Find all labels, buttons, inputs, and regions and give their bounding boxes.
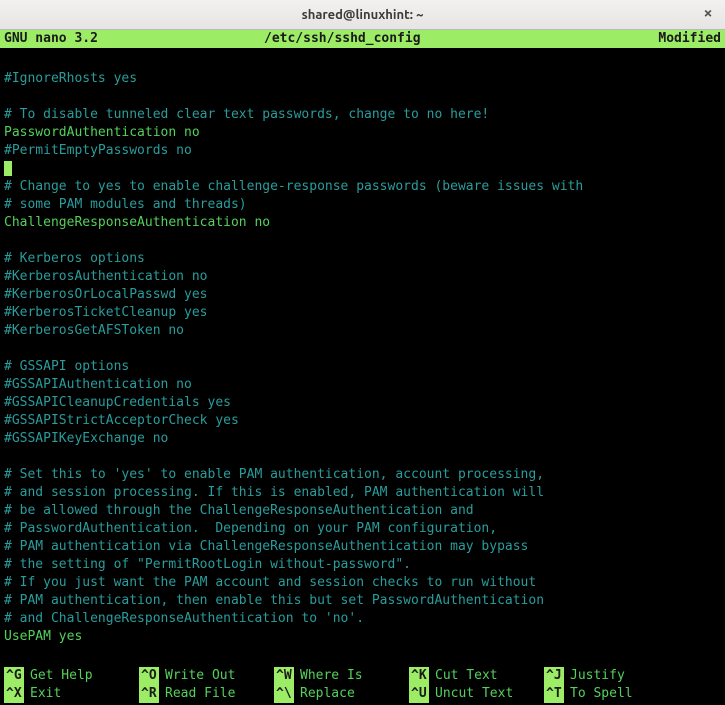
nano-modified-indicator: Modified (621, 30, 721, 48)
window-titlebar: shared@linuxhint: ~ × (0, 0, 725, 30)
editor-line: # GSSAPI options (4, 358, 721, 376)
shortcut-item: ^T To Spell (544, 685, 679, 703)
editor-line: # PAM authentication via ChallengeRespon… (4, 538, 721, 556)
editor-line: # If you just want the PAM account and s… (4, 574, 721, 592)
shortcut-label: Replace (300, 685, 355, 703)
shortcut-item: ^J Justify (544, 667, 679, 685)
editor-line: # Change to yes to enable challenge-resp… (4, 178, 721, 196)
editor-line: # some PAM modules and threads) (4, 196, 721, 214)
shortcut-key: ^R (139, 685, 159, 703)
editor-line: #GSSAPICleanupCredentials yes (4, 394, 721, 412)
shortcut-key: ^W (274, 667, 294, 685)
shortcut-label: Get Help (30, 667, 93, 685)
shortcut-key: ^O (139, 667, 159, 685)
editor-line: #IgnoreRhosts yes (4, 70, 721, 88)
text-cursor (4, 161, 12, 176)
nano-version: GNU nano 3.2 (4, 30, 264, 48)
editor-line (4, 448, 721, 466)
shortcut-item: ^R Read File (139, 685, 274, 703)
shortcut-label: Exit (30, 685, 61, 703)
window-title: shared@linuxhint: ~ (302, 8, 424, 22)
editor-line (4, 232, 721, 250)
editor-line: #GSSAPIAuthentication no (4, 376, 721, 394)
nano-filename: /etc/ssh/sshd_config (264, 30, 621, 48)
shortcut-item: ^O Write Out (139, 667, 274, 685)
editor-line: # PAM authentication, then enable this b… (4, 592, 721, 610)
nano-shortcuts: ^G Get Help ^O Write Out ^W Where Is ^K Cut Tex… (0, 667, 725, 705)
shortcut-row-2: ^X Exit ^R Read File ^\ Replace ^U Uncut Text ^T… (4, 685, 721, 703)
shortcut-item: ^U Uncut Text (409, 685, 544, 703)
editor-line: ChallengeResponseAuthentication no (4, 214, 721, 232)
editor-line: #PermitEmptyPasswords no (4, 142, 721, 160)
editor-line (4, 160, 721, 178)
shortcut-item: ^X Exit (4, 685, 139, 703)
shortcut-row-1: ^G Get Help ^O Write Out ^W Where Is ^K Cut Tex… (4, 667, 721, 685)
editor-area[interactable]: #IgnoreRhosts yes # To disable tunneled … (0, 48, 725, 646)
editor-line: PasswordAuthentication no (4, 124, 721, 142)
shortcut-key: ^X (4, 685, 24, 703)
editor-line: # be allowed through the ChallengeRespon… (4, 502, 721, 520)
editor-line: # the setting of "PermitRootLogin withou… (4, 556, 721, 574)
terminal[interactable]: GNU nano 3.2 /etc/ssh/sshd_config Modifi… (0, 30, 725, 705)
editor-line: #KerberosGetAFSToken no (4, 322, 721, 340)
editor-line: # Kerberos options (4, 250, 721, 268)
editor-line: # PasswordAuthentication. Depending on y… (4, 520, 721, 538)
shortcut-label: Write Out (165, 667, 235, 685)
shortcut-label: To Spell (570, 685, 633, 703)
editor-line (4, 88, 721, 106)
shortcut-label: Cut Text (435, 667, 498, 685)
shortcut-label: Read File (165, 685, 235, 703)
shortcut-item: ^\ Replace (274, 685, 409, 703)
editor-line: # and ChallengeResponseAuthentication to… (4, 610, 721, 628)
editor-line: # To disable tunneled clear text passwor… (4, 106, 721, 124)
editor-line: #KerberosAuthentication no (4, 268, 721, 286)
editor-line: #KerberosTicketCleanup yes (4, 304, 721, 322)
editor-line: # and session processing. If this is ena… (4, 484, 721, 502)
editor-line: #GSSAPIKeyExchange no (4, 430, 721, 448)
shortcut-key: ^T (544, 685, 564, 703)
shortcut-key: ^U (409, 685, 429, 703)
editor-line: UsePAM yes (4, 628, 721, 646)
shortcut-item: ^G Get Help (4, 667, 139, 685)
shortcut-label: Where Is (300, 667, 363, 685)
editor-line: # Set this to 'yes' to enable PAM authen… (4, 466, 721, 484)
nano-status-bar: GNU nano 3.2 /etc/ssh/sshd_config Modifi… (0, 30, 725, 48)
shortcut-label: Uncut Text (435, 685, 513, 703)
shortcut-key: ^\ (274, 685, 294, 703)
editor-line: #KerberosOrLocalPasswd yes (4, 286, 721, 304)
shortcut-label: Justify (570, 667, 625, 685)
shortcut-key: ^G (4, 667, 24, 685)
close-icon[interactable]: × (699, 5, 717, 23)
shortcut-item: ^W Where Is (274, 667, 409, 685)
shortcut-key: ^J (544, 667, 564, 685)
shortcut-item: ^K Cut Text (409, 667, 544, 685)
shortcut-key: ^K (409, 667, 429, 685)
editor-line: #GSSAPIStrictAcceptorCheck yes (4, 412, 721, 430)
editor-line (4, 340, 721, 358)
